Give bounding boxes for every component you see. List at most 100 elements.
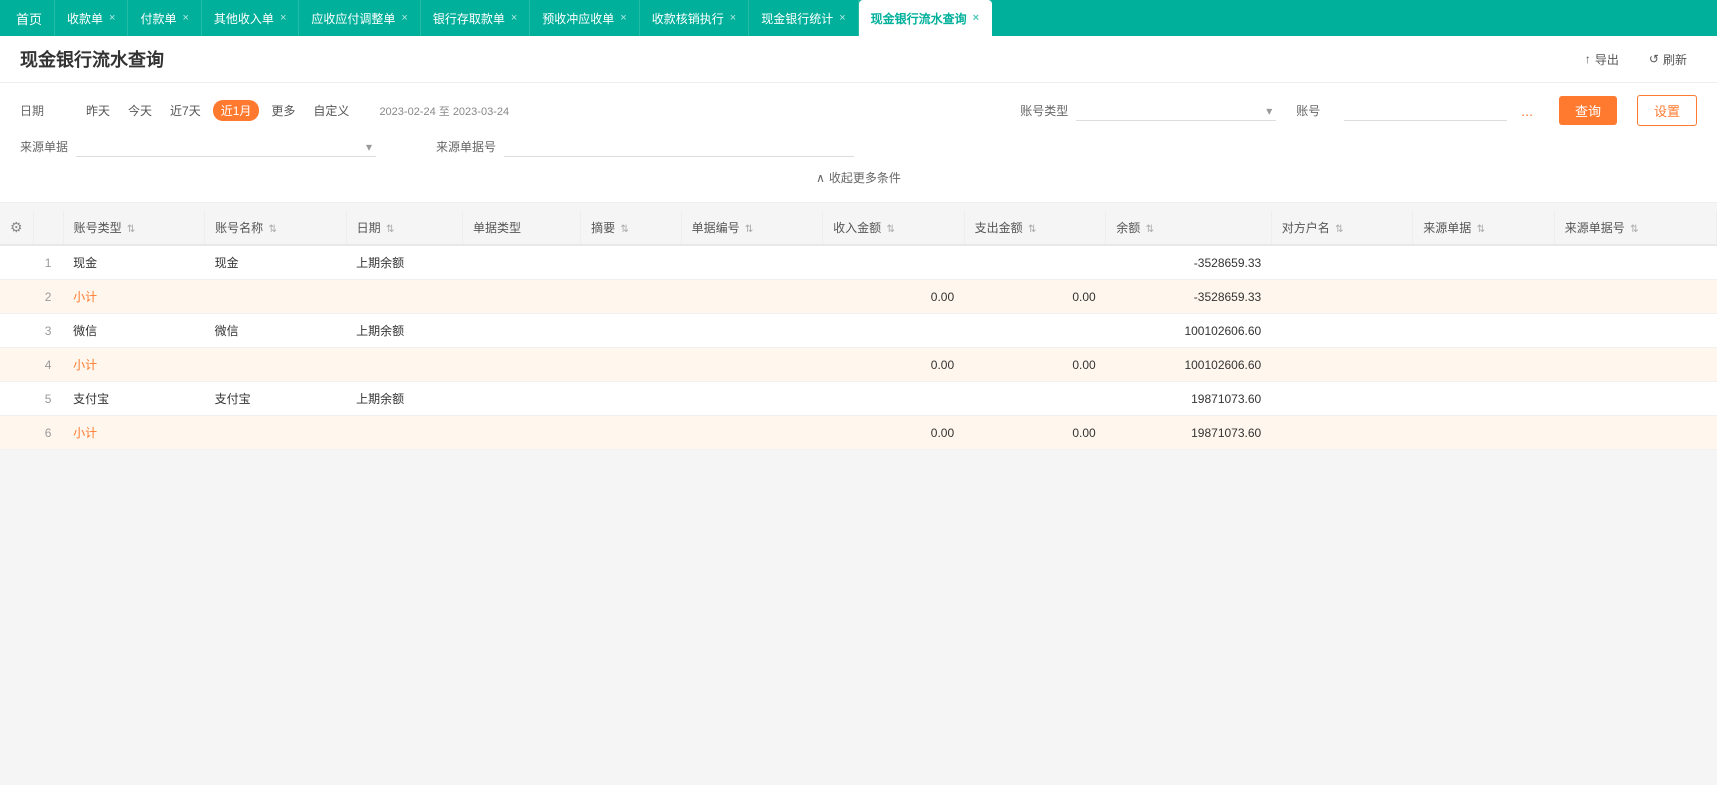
- nav-cash-bank-stats[interactable]: 现金银行统计 ×: [749, 0, 858, 36]
- source-doc-num-filter: 来源单据号: [436, 136, 854, 157]
- sort-account-name-icon: ⇅: [268, 224, 276, 235]
- nav-cash-bank-stats-close[interactable]: ×: [839, 12, 845, 24]
- nav-ap-adjust-close[interactable]: ×: [401, 12, 407, 24]
- nav-ap-adjust[interactable]: 应收应付调整单 ×: [299, 0, 420, 36]
- table-wrap: ⚙ 账号类型 ⇅ 账号名称 ⇅ 日期 ⇅ 单据类型 摘要 ⇅: [0, 211, 1717, 450]
- nav-receipt-close[interactable]: ×: [109, 12, 115, 24]
- nav-cash-bank-flow[interactable]: 现金银行流水查询 ×: [859, 0, 992, 36]
- cell-expense: [964, 314, 1106, 348]
- account-type-select[interactable]: 现金 微信 支付宝: [1076, 100, 1276, 121]
- nav-cash-bank-flow-close[interactable]: ×: [973, 12, 979, 24]
- cell-row-num: 1: [33, 245, 63, 280]
- date-shortcuts: 昨天 今天 近7天 近1月 更多 自定义: [80, 100, 355, 121]
- cell-source-doc: [1413, 348, 1555, 382]
- table-header-row: ⚙ 账号类型 ⇅ 账号名称 ⇅ 日期 ⇅ 单据类型 摘要 ⇅: [0, 211, 1717, 245]
- cell-source-doc-num: [1554, 416, 1716, 450]
- cell-account-name: [205, 416, 347, 450]
- cell-doc-num: [681, 314, 823, 348]
- collapse-up-icon: ∧: [816, 171, 825, 185]
- cell-source-doc-num: [1554, 280, 1716, 314]
- cell-account-type: 小计: [63, 348, 205, 382]
- cell-counterparty: [1271, 280, 1413, 314]
- col-balance[interactable]: 余额 ⇅: [1106, 211, 1272, 245]
- query-button[interactable]: 查询: [1559, 96, 1617, 125]
- cell-row-num: 5: [33, 382, 63, 416]
- cell-account-name: 支付宝: [205, 382, 347, 416]
- nav-prepay[interactable]: 预收冲应收单 ×: [530, 0, 639, 36]
- cell-doc-type: [463, 348, 581, 382]
- cell-expense: [964, 245, 1106, 280]
- export-button[interactable]: ↑ 导出: [1575, 47, 1629, 72]
- date-btn-custom[interactable]: 自定义: [307, 100, 355, 121]
- filter-row-1: 日期 昨天 今天 近7天 近1月 更多 自定义 2023-02-24 至 202…: [20, 95, 1697, 126]
- nav-other-income[interactable]: 其他收入单 ×: [202, 0, 299, 36]
- nav-other-income-close[interactable]: ×: [280, 12, 286, 24]
- cell-source-doc: [1413, 245, 1555, 280]
- col-summary[interactable]: 摘要 ⇅: [581, 211, 682, 245]
- collapse-bar[interactable]: ∧ 收起更多条件: [20, 165, 1697, 190]
- nav-prepay-close[interactable]: ×: [620, 12, 626, 24]
- date-btn-1month[interactable]: 近1月: [213, 100, 260, 121]
- col-date[interactable]: 日期 ⇅: [346, 211, 462, 245]
- col-doc-type: 单据类型: [463, 211, 581, 245]
- settings-button[interactable]: 设置: [1637, 95, 1697, 126]
- cell-row-num: 2: [33, 280, 63, 314]
- cell-account-type: 微信: [63, 314, 205, 348]
- col-settings[interactable]: ⚙: [0, 211, 33, 245]
- col-account-name[interactable]: 账号名称 ⇅: [205, 211, 347, 245]
- col-source-doc[interactable]: 来源单据 ⇅: [1413, 211, 1555, 245]
- nav-payment[interactable]: 付款单 ×: [128, 0, 201, 36]
- cell-date: 上期余额: [346, 382, 462, 416]
- cell-income: 0.00: [823, 348, 965, 382]
- date-btn-more[interactable]: 更多: [265, 100, 301, 121]
- header-actions: ↑ 导出 ↺ 刷新: [1575, 47, 1697, 72]
- nav-receipt-verify[interactable]: 收款核销执行 ×: [640, 0, 749, 36]
- cell-counterparty: [1271, 416, 1413, 450]
- account-type-filter: 账号类型 现金 微信 支付宝 ▾: [1020, 100, 1276, 121]
- col-account-type[interactable]: 账号类型 ⇅: [63, 211, 205, 245]
- nav-receipt-verify-close[interactable]: ×: [730, 12, 736, 24]
- cell-income: 0.00: [823, 416, 965, 450]
- date-btn-today[interactable]: 今天: [122, 100, 158, 121]
- sort-counterparty-icon: ⇅: [1335, 224, 1343, 235]
- sort-source-doc-icon: ⇅: [1477, 224, 1485, 235]
- cell-expense: [964, 382, 1106, 416]
- top-nav: 首页 收款单 × 付款单 × 其他收入单 × 应收应付调整单 × 银行存取款单 …: [0, 0, 1717, 36]
- cell-counterparty: [1271, 348, 1413, 382]
- col-source-doc-num[interactable]: 来源单据号 ⇅: [1554, 211, 1716, 245]
- col-counterparty[interactable]: 对方户名 ⇅: [1271, 211, 1413, 245]
- cell-doc-num: [681, 348, 823, 382]
- nav-receipt[interactable]: 收款单 ×: [55, 0, 128, 36]
- nav-payment-close[interactable]: ×: [182, 12, 188, 24]
- gear-icon[interactable]: ⚙: [10, 219, 23, 235]
- cell-account-name: 现金: [205, 245, 347, 280]
- page-header: 现金银行流水查询 ↑ 导出 ↺ 刷新: [0, 36, 1717, 83]
- cell-source-doc-num: [1554, 314, 1716, 348]
- table-body: 1现金现金上期余额-3528659.332小计0.000.00-3528659.…: [0, 245, 1717, 450]
- col-income[interactable]: 收入金额 ⇅: [823, 211, 965, 245]
- account-dots-button[interactable]: ...: [1515, 101, 1539, 121]
- nav-bank-deposit[interactable]: 银行存取款单 ×: [421, 0, 530, 36]
- nav-home[interactable]: 首页: [4, 0, 55, 36]
- cell-doc-type: [463, 382, 581, 416]
- col-doc-num[interactable]: 单据编号 ⇅: [681, 211, 823, 245]
- date-btn-yesterday[interactable]: 昨天: [80, 100, 116, 121]
- cell-expense: 0.00: [964, 416, 1106, 450]
- cell-account-type: 小计: [63, 280, 205, 314]
- cell-source-doc-num: [1554, 382, 1716, 416]
- filter-row-2: 来源单据 ▾ 来源单据号: [20, 136, 1697, 157]
- table-row: 2小计0.000.00-3528659.33: [0, 280, 1717, 314]
- cell-summary: [581, 416, 682, 450]
- cell-date: [346, 348, 462, 382]
- nav-bank-deposit-close[interactable]: ×: [511, 12, 517, 24]
- col-expense[interactable]: 支出金额 ⇅: [964, 211, 1106, 245]
- source-doc-select[interactable]: [76, 136, 376, 157]
- cell-source-doc-num: [1554, 245, 1716, 280]
- date-btn-7days[interactable]: 近7天: [164, 100, 207, 121]
- cell-summary: [581, 348, 682, 382]
- filter-area: 日期 昨天 今天 近7天 近1月 更多 自定义 2023-02-24 至 202…: [0, 83, 1717, 203]
- source-doc-num-input[interactable]: [504, 136, 854, 157]
- refresh-button[interactable]: ↺ 刷新: [1639, 47, 1697, 72]
- account-input[interactable]: [1344, 100, 1507, 121]
- date-range: 2023-02-24 至 2023-03-24: [379, 103, 509, 119]
